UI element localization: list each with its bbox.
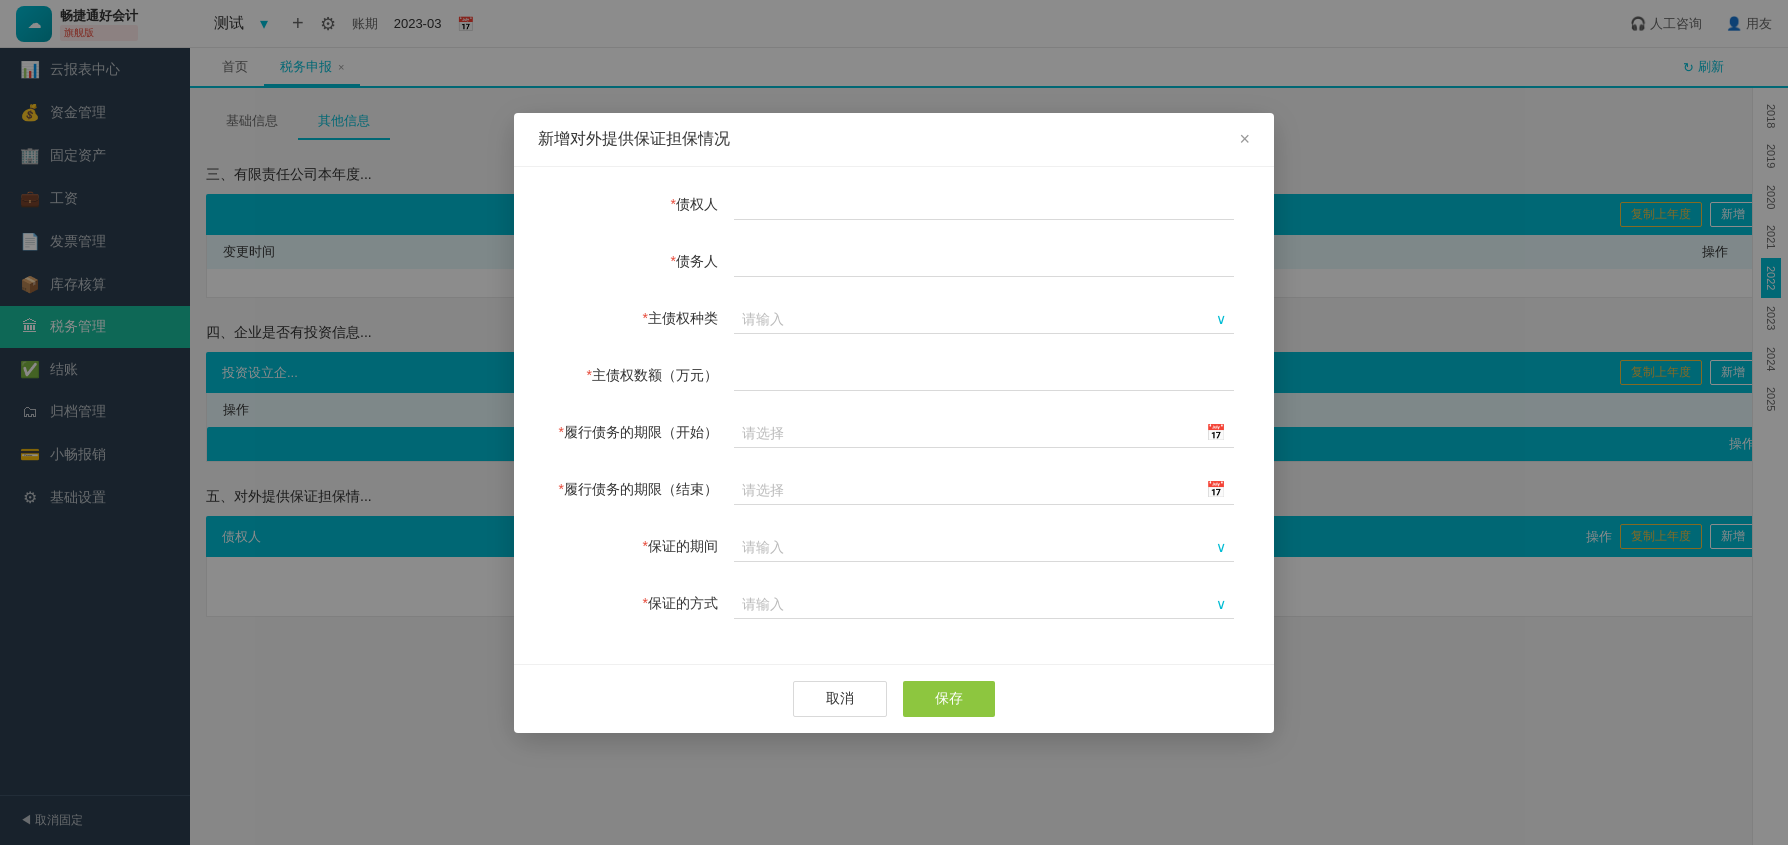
- required-star-guarantee-method: *: [643, 595, 648, 611]
- debt-type-input-wrap[interactable]: ∨: [734, 305, 1234, 334]
- guarantee-period-label: *保证的期间: [554, 538, 734, 556]
- required-star-guarantee-period: *: [643, 538, 648, 554]
- guarantee-method-label: *保证的方式: [554, 595, 734, 613]
- period-end-input-wrap[interactable]: 📅: [734, 476, 1234, 505]
- dialog-close-button[interactable]: ×: [1239, 130, 1250, 148]
- form-row-debt-type: *主债权种类 ∨: [554, 305, 1234, 334]
- cancel-button[interactable]: 取消: [793, 681, 887, 717]
- dialog-overlay: 新增对外提供保证担保情况 × *债权人 *债务人: [0, 0, 1788, 845]
- form-row-debtor: *债务人: [554, 248, 1234, 277]
- form-row-guarantee-period: *保证的期间 ∨: [554, 533, 1234, 562]
- creditor-input-wrap: [734, 191, 1234, 220]
- required-star-period-end: *: [559, 481, 564, 497]
- form-row-debt-amount: *主债权数额（万元）: [554, 362, 1234, 391]
- period-end-calendar-icon[interactable]: 📅: [1198, 480, 1234, 499]
- form-row-period-start: *履行债务的期限（开始） 📅: [554, 419, 1234, 448]
- period-end-label: *履行债务的期限（结束）: [554, 481, 734, 499]
- debt-amount-input-wrap: [734, 362, 1234, 391]
- save-button[interactable]: 保存: [903, 681, 995, 717]
- period-end-input[interactable]: [734, 476, 1198, 504]
- debtor-input[interactable]: [734, 248, 1234, 276]
- debt-type-input[interactable]: [734, 305, 1208, 333]
- debt-type-dropdown-icon[interactable]: ∨: [1208, 311, 1234, 327]
- form-row-creditor: *债权人: [554, 191, 1234, 220]
- required-star-debt-type: *: [643, 310, 648, 326]
- dialog-header: 新增对外提供保证担保情况 ×: [514, 113, 1274, 167]
- guarantee-method-input[interactable]: [734, 590, 1208, 618]
- period-start-input[interactable]: [734, 419, 1198, 447]
- period-start-calendar-icon[interactable]: 📅: [1198, 423, 1234, 442]
- period-start-label: *履行债务的期限（开始）: [554, 424, 734, 442]
- guarantee-method-input-wrap[interactable]: ∨: [734, 590, 1234, 619]
- dialog-body: *债权人 *债务人 *主债权种类: [514, 167, 1274, 664]
- required-star-debtor: *: [671, 253, 676, 269]
- dialog-footer: 取消 保存: [514, 664, 1274, 733]
- guarantee-method-dropdown-icon[interactable]: ∨: [1208, 596, 1234, 612]
- dialog-title: 新增对外提供保证担保情况: [538, 129, 730, 150]
- form-row-period-end: *履行债务的期限（结束） 📅: [554, 476, 1234, 505]
- period-start-input-wrap[interactable]: 📅: [734, 419, 1234, 448]
- required-star-creditor: *: [671, 196, 676, 212]
- debt-amount-input[interactable]: [734, 362, 1234, 390]
- debt-type-label: *主债权种类: [554, 310, 734, 328]
- debtor-label: *债务人: [554, 253, 734, 271]
- required-star-debt-amount: *: [587, 367, 592, 383]
- dialog: 新增对外提供保证担保情况 × *债权人 *债务人: [514, 113, 1274, 733]
- debtor-input-wrap: [734, 248, 1234, 277]
- creditor-input[interactable]: [734, 191, 1234, 219]
- debt-amount-label: *主债权数额（万元）: [554, 367, 734, 385]
- guarantee-period-input[interactable]: [734, 533, 1208, 561]
- required-star-period-start: *: [559, 424, 564, 440]
- form-row-guarantee-method: *保证的方式 ∨: [554, 590, 1234, 619]
- guarantee-period-input-wrap[interactable]: ∨: [734, 533, 1234, 562]
- creditor-label: *债权人: [554, 196, 734, 214]
- guarantee-period-dropdown-icon[interactable]: ∨: [1208, 539, 1234, 555]
